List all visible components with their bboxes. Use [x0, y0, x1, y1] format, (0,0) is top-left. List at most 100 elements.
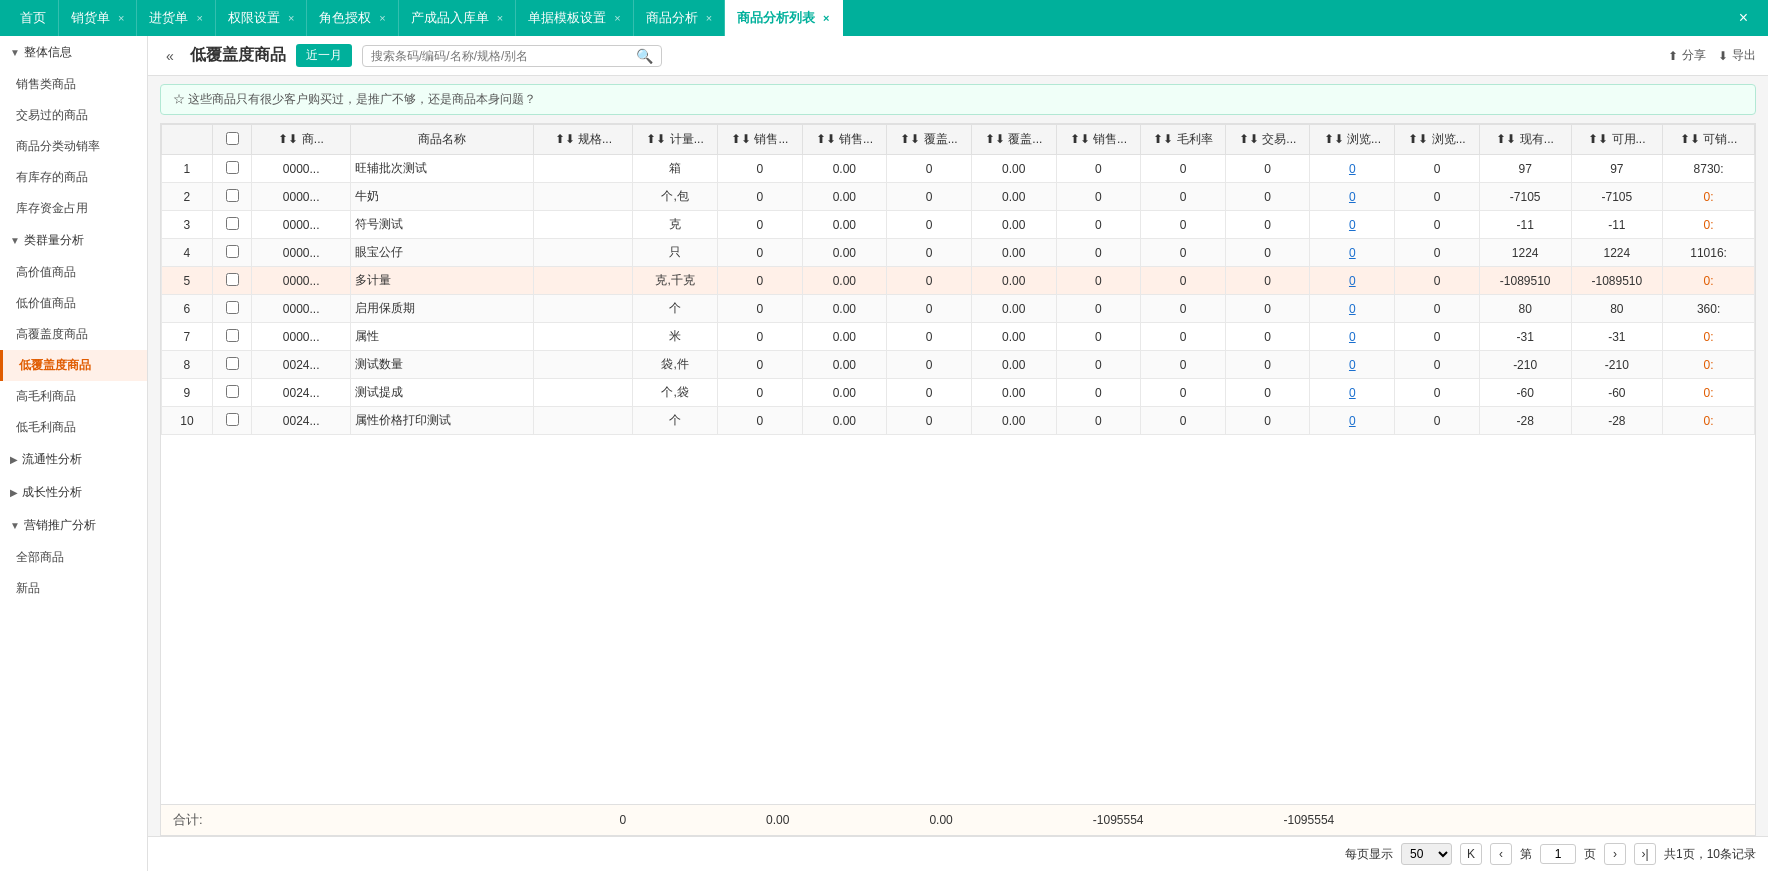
col-header-num — [162, 125, 213, 155]
tab-sales[interactable]: 销货单 × — [59, 0, 137, 36]
cell-browse2: 0 — [1395, 183, 1480, 211]
tab-product-entry[interactable]: 产成品入库单 × — [399, 0, 516, 36]
search-input[interactable] — [371, 49, 636, 63]
tab-perms-close[interactable]: × — [288, 12, 294, 24]
cell-cur: 80 — [1479, 295, 1571, 323]
cell-sales2: 0.00 — [802, 351, 887, 379]
row-checkbox[interactable] — [226, 273, 239, 286]
sidebar-item-high-coverage[interactable]: 高覆盖度商品 — [0, 319, 147, 350]
cell-tx: 0 — [1225, 155, 1310, 183]
col-header-browse1[interactable]: ⬆⬇ 浏览... — [1310, 125, 1395, 155]
cell-browse2: 0 — [1395, 239, 1480, 267]
search-icon[interactable]: 🔍 — [636, 48, 653, 64]
row-checkbox[interactable] — [226, 217, 239, 230]
sidebar-item-high-value[interactable]: 高价值商品 — [0, 257, 147, 288]
cell-gross: 0 — [1141, 211, 1226, 239]
sidebar-item-low-coverage[interactable]: 低覆盖度商品 — [0, 350, 147, 381]
sidebar-item-category-rate[interactable]: 商品分类动销率 — [0, 131, 147, 162]
sort-icon-spec: ⬆⬇ — [555, 132, 575, 146]
header-actions: ⬆ 分享 ⬇ 导出 — [1668, 47, 1756, 64]
col-header-sales1[interactable]: ⬆⬇ 销售... — [717, 125, 802, 155]
data-table-wrapper[interactable]: ⬆⬇ 商... 商品名称 ⬆⬇ 规格... ⬆⬇ 计量... ⬆⬇ 销售... … — [160, 123, 1756, 805]
col-header-gross[interactable]: ⬆⬇ 毛利率 — [1141, 125, 1226, 155]
sidebar-item-stock-capital[interactable]: 库存资金占用 — [0, 193, 147, 224]
col-header-browse2[interactable]: ⬆⬇ 浏览... — [1395, 125, 1480, 155]
sidebar-section-circulation[interactable]: ▶ 流通性分析 — [0, 443, 147, 476]
col-header-sales3[interactable]: ⬆⬇ 销售... — [1056, 125, 1141, 155]
sidebar-item-traded-goods[interactable]: 交易过的商品 — [0, 100, 147, 131]
sidebar-item-sales-goods[interactable]: 销售类商品 — [0, 69, 147, 100]
tab-template-close[interactable]: × — [614, 12, 620, 24]
sidebar-item-new-goods[interactable]: 新品 — [0, 573, 147, 604]
tab-sales-close[interactable]: × — [118, 12, 124, 24]
first-page-button[interactable]: K — [1460, 843, 1482, 865]
col-header-cov2[interactable]: ⬆⬇ 覆盖... — [971, 125, 1056, 155]
tab-goods-analysis[interactable]: 商品分析 × — [634, 0, 725, 36]
tab-template[interactable]: 单据模板设置 × — [516, 0, 633, 36]
cell-avail: -1089510 — [1571, 267, 1663, 295]
tab-roles[interactable]: 角色授权 × — [307, 0, 398, 36]
tab-purchase-close[interactable]: × — [196, 12, 202, 24]
cell-sellable: 0: — [1663, 267, 1755, 295]
row-checkbox[interactable] — [226, 413, 239, 426]
sidebar-item-stocked-goods[interactable]: 有库存的商品 — [0, 162, 147, 193]
sidebar-section-group[interactable]: ▼ 类群量分析 — [0, 224, 147, 257]
col-header-unit[interactable]: ⬆⬇ 计量... — [633, 125, 718, 155]
row-checkbox[interactable] — [226, 329, 239, 342]
sidebar-section-growth[interactable]: ▶ 成长性分析 — [0, 476, 147, 509]
cell-sellable: 11016: — [1663, 239, 1755, 267]
window-close-button[interactable]: × — [1727, 9, 1760, 27]
tab-product-entry-label: 产成品入库单 — [411, 9, 489, 27]
sidebar-section-overall[interactable]: ▼ 整体信息 — [0, 36, 147, 69]
col-header-tx[interactable]: ⬆⬇ 交易... — [1225, 125, 1310, 155]
prev-page-button[interactable]: ‹ — [1490, 843, 1512, 865]
page-input[interactable] — [1540, 844, 1576, 864]
col-header-check[interactable] — [212, 125, 252, 155]
next-page-button[interactable]: › — [1604, 843, 1626, 865]
tab-home[interactable]: 首页 — [8, 0, 59, 36]
cell-avail: -7105 — [1571, 183, 1663, 211]
cell-cov1: 0 — [887, 267, 972, 295]
cell-code: 0000... — [252, 183, 351, 211]
col-header-cur[interactable]: ⬆⬇ 现有... — [1479, 125, 1571, 155]
share-button[interactable]: ⬆ 分享 — [1668, 47, 1706, 64]
sidebar-section-marketing[interactable]: ▼ 营销推广分析 — [0, 509, 147, 542]
col-header-code[interactable]: ⬆⬇ 商... — [252, 125, 351, 155]
sidebar-item-all-goods[interactable]: 全部商品 — [0, 542, 147, 573]
col-header-avail[interactable]: ⬆⬇ 可用... — [1571, 125, 1663, 155]
cell-name: 测试提成 — [351, 379, 534, 407]
sidebar-collapse-button[interactable]: « — [160, 46, 180, 66]
last-page-button[interactable]: ›| — [1634, 843, 1656, 865]
tab-roles-close[interactable]: × — [379, 12, 385, 24]
tab-goods-analysis-list[interactable]: 商品分析列表 × — [725, 0, 842, 36]
cell-tx: 0 — [1225, 267, 1310, 295]
row-checkbox[interactable] — [226, 385, 239, 398]
sort-icon-cov2: ⬆⬇ — [985, 132, 1005, 146]
tab-perms[interactable]: 权限设置 × — [216, 0, 307, 36]
sidebar-item-low-margin[interactable]: 低毛利商品 — [0, 412, 147, 443]
tab-goods-analysis-list-close[interactable]: × — [823, 12, 829, 24]
tab-goods-analysis-close[interactable]: × — [706, 12, 712, 24]
sidebar-item-low-value[interactable]: 低价值商品 — [0, 288, 147, 319]
row-checkbox[interactable] — [226, 301, 239, 314]
tab-purchase[interactable]: 进货单 × — [137, 0, 215, 36]
select-all-checkbox[interactable] — [226, 132, 239, 145]
tab-product-entry-close[interactable]: × — [497, 12, 503, 24]
table-row: 30000...符号测试克00.0000.0000000-11-110: — [162, 211, 1755, 239]
row-checkbox[interactable] — [226, 357, 239, 370]
row-checkbox[interactable] — [226, 189, 239, 202]
col-header-spec[interactable]: ⬆⬇ 规格... — [534, 125, 633, 155]
col-header-sellable[interactable]: ⬆⬇ 可销... — [1663, 125, 1755, 155]
sidebar-item-high-margin[interactable]: 高毛利商品 — [0, 381, 147, 412]
per-page-select[interactable]: 20 50 100 — [1401, 843, 1452, 865]
time-filter-button[interactable]: 近一月 — [296, 44, 352, 67]
col-header-name[interactable]: 商品名称 — [351, 125, 534, 155]
cell-tx: 0 — [1225, 351, 1310, 379]
export-button[interactable]: ⬇ 导出 — [1718, 47, 1756, 64]
row-checkbox[interactable] — [226, 245, 239, 258]
col-header-sales2[interactable]: ⬆⬇ 销售... — [802, 125, 887, 155]
cell-sales2: 0.00 — [802, 239, 887, 267]
cell-browse2: 0 — [1395, 351, 1480, 379]
col-header-cov1[interactable]: ⬆⬇ 覆盖... — [887, 125, 972, 155]
row-checkbox[interactable] — [226, 161, 239, 174]
